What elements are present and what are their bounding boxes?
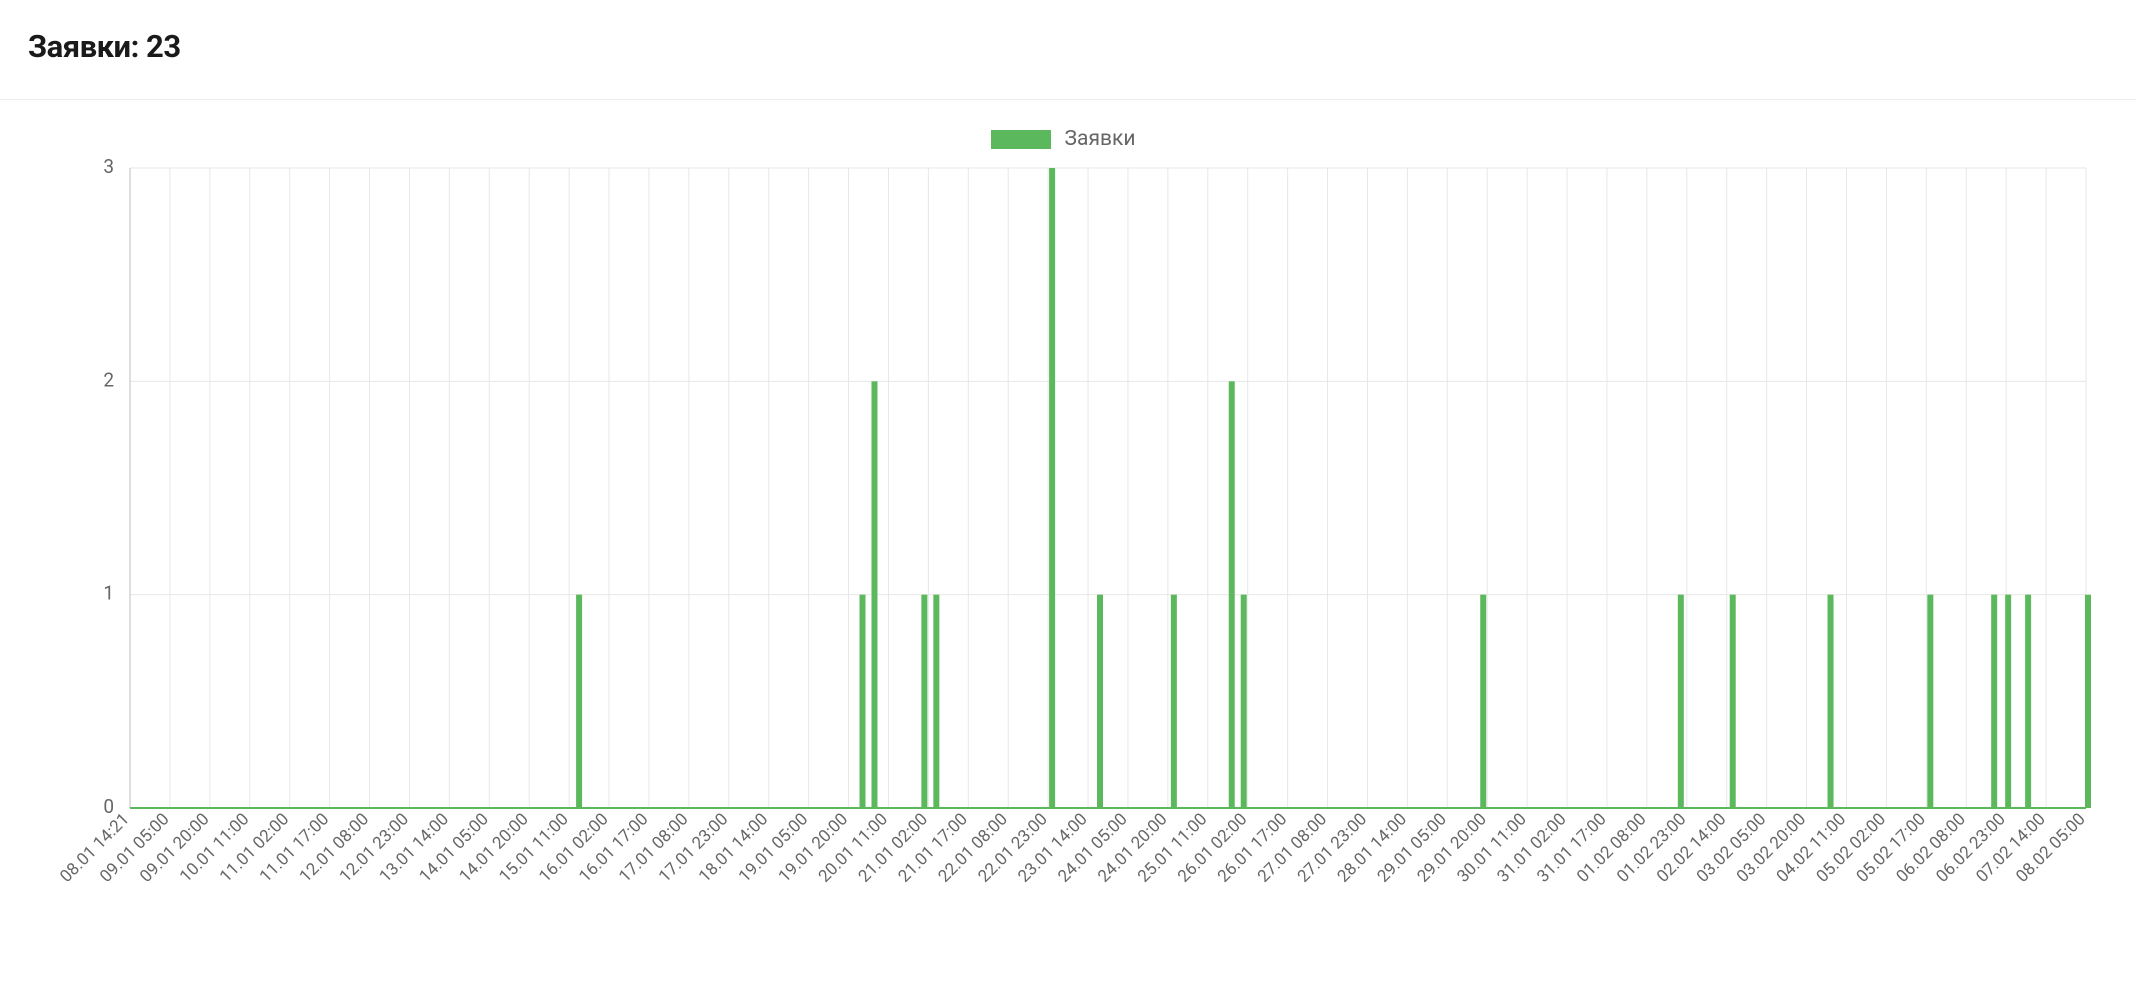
bar[interactable] [1828,595,1834,808]
chart-area: Заявки 012308.01 14:2109.01 05:0009.01 2… [0,100,2136,948]
bar[interactable] [933,595,939,808]
heading-wrap: Заявки: 23 [0,0,2136,99]
y-tick-label: 2 [103,368,114,391]
bar[interactable] [871,381,877,808]
bar[interactable] [1991,595,1997,808]
legend[interactable]: Заявки [30,120,2096,158]
bar[interactable] [1171,595,1177,808]
plot-wrap: 012308.01 14:2109.01 05:0009.01 20:0010.… [30,158,2096,938]
bar[interactable] [1097,595,1103,808]
bar[interactable] [1049,168,1055,808]
y-tick-label: 1 [103,582,114,605]
bar[interactable] [576,595,582,808]
title-prefix: Заявки: [28,28,146,65]
bar[interactable] [1927,595,1933,808]
bar[interactable] [1241,595,1247,808]
legend-swatch [991,130,1051,149]
title-count: 23 [146,28,181,65]
page-title: Заявки: 23 [28,28,181,65]
chart-svg[interactable]: 012308.01 14:2109.01 05:0009.01 20:0010.… [30,158,2096,938]
legend-label: Заявки [1065,127,1136,151]
page: Заявки: 23 Заявки 012308.01 14:2109.01 0… [0,0,2136,1004]
bar[interactable] [1480,595,1486,808]
bar[interactable] [1730,595,1736,808]
y-tick-label: 3 [103,158,114,178]
bar[interactable] [1678,595,1684,808]
bar[interactable] [2005,595,2011,808]
bar[interactable] [2025,595,2031,808]
bar[interactable] [921,595,927,808]
bar[interactable] [2085,595,2091,808]
bar[interactable] [1229,381,1235,808]
bar[interactable] [860,595,866,808]
y-tick-label: 0 [103,795,114,818]
